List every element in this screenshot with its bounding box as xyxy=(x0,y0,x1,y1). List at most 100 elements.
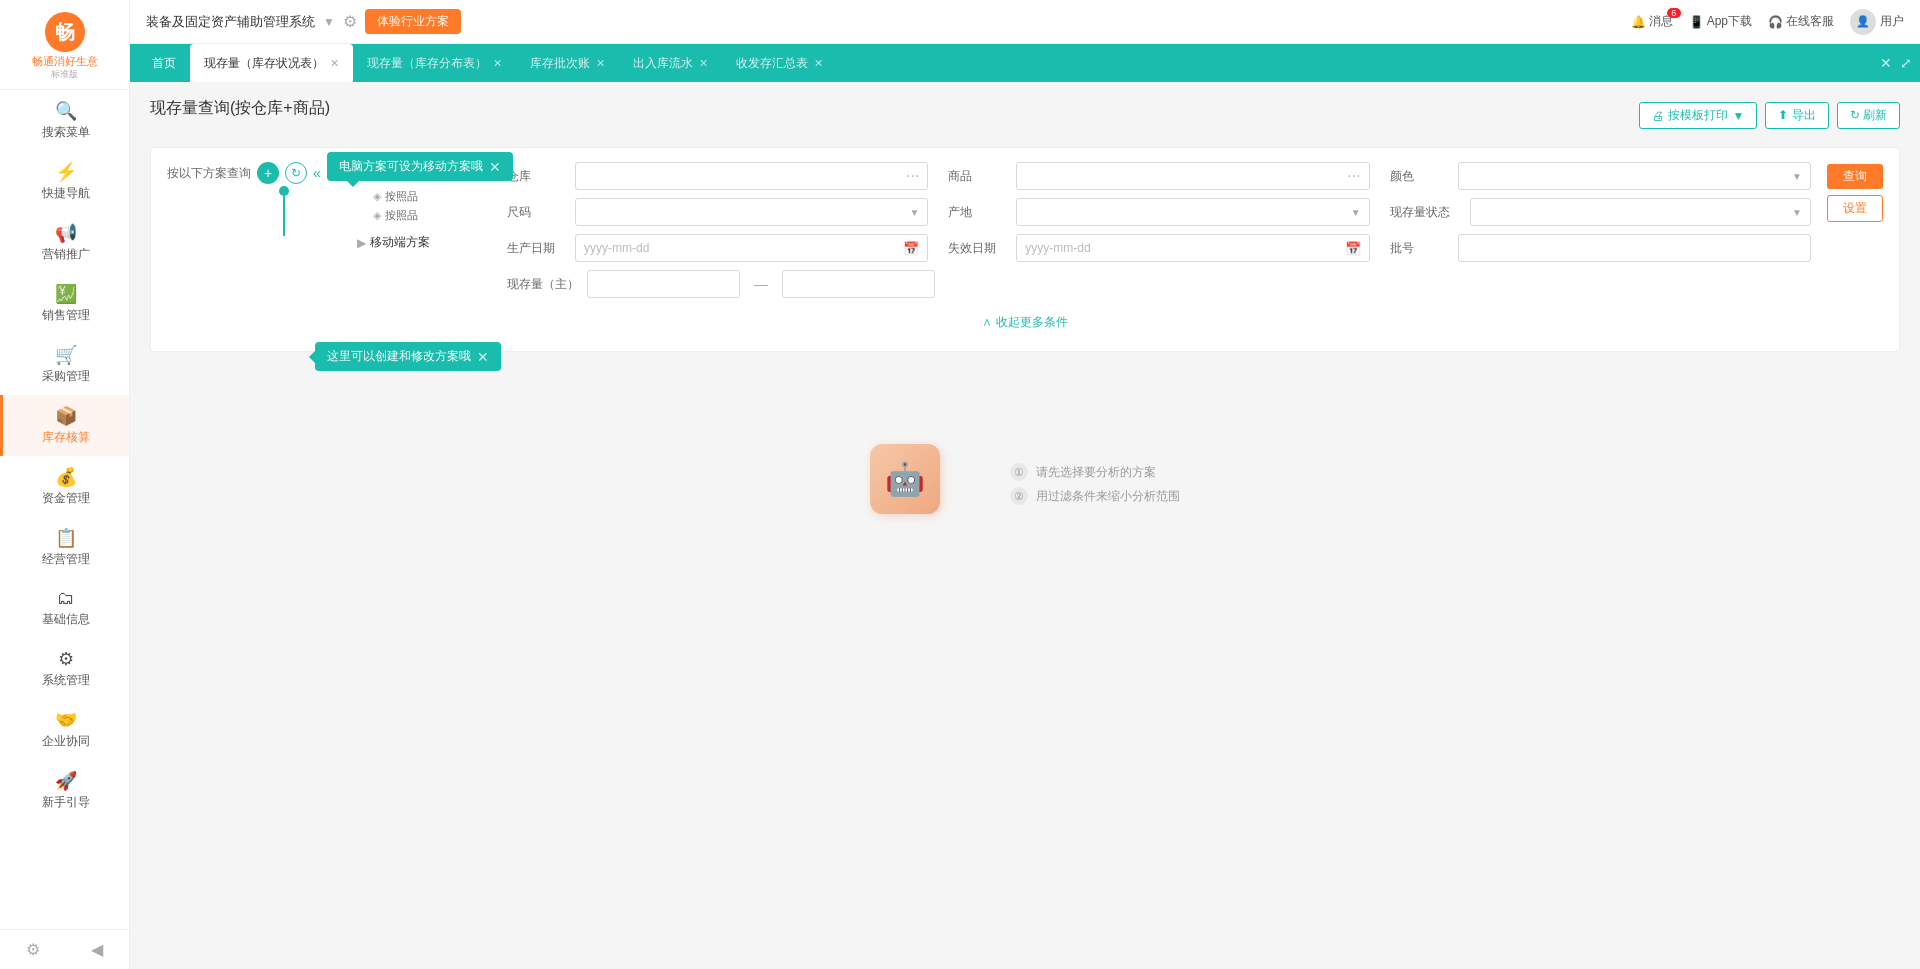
sidebar-item-search[interactable]: 🔍 搜索菜单 xyxy=(0,90,129,151)
stock-main-from[interactable] xyxy=(587,270,740,298)
system-name: 装备及固定资产辅助管理系统 xyxy=(146,13,315,31)
tab-close-all-icon[interactable]: ✕ xyxy=(1880,55,1892,71)
stock-status-select[interactable]: ▼ xyxy=(1470,198,1811,226)
tab-home[interactable]: 首页 xyxy=(138,44,190,82)
field-warehouse: 仓库 ··· xyxy=(507,162,928,190)
expiry-date-icon: 📅 xyxy=(1345,241,1361,256)
scheme-sub-item-1[interactable]: ◈ 按照品 xyxy=(373,187,487,206)
sidebar-item-stock[interactable]: 📦 库存核算 xyxy=(0,395,129,456)
tab-stock-status[interactable]: 现存量（库存状况表） ✕ xyxy=(190,44,353,82)
tab-in-out[interactable]: 出入库流水 ✕ xyxy=(619,44,722,82)
sidebar-icon-marketing: 📢 xyxy=(55,222,77,244)
sidebar-icon-purchase: 🛒 xyxy=(55,344,77,366)
scheme-sub-label-1: 按照品 xyxy=(385,189,418,204)
field-batch-no: 批号 xyxy=(1390,234,1811,262)
add-scheme-button[interactable]: + xyxy=(257,162,279,184)
step-num-2: ② xyxy=(1010,487,1028,505)
tooltip1-close[interactable]: ✕ xyxy=(489,159,501,175)
scheme-mobile-label: 移动端方案 xyxy=(370,234,430,251)
content-area: 现存量查询(按仓库+商品) 🖨 按模板打印 ▼ ⬆ 导出 ↻ 刷新 xyxy=(130,82,1920,969)
sidebar-icon-stock: 📦 xyxy=(55,405,77,427)
refresh-button[interactable]: ↻ 刷新 xyxy=(1837,102,1900,129)
field-stock-status-label: 现存量状态 xyxy=(1390,204,1462,221)
tab-in-out-close[interactable]: ✕ xyxy=(699,57,708,70)
app-download-label: App下载 xyxy=(1707,13,1752,30)
sidebar-item-quick-nav[interactable]: ⚡ 快捷导航 xyxy=(0,151,129,212)
sidebar-icon-enterprise: 🤝 xyxy=(55,709,77,731)
sidebar-label-operations: 经营管理 xyxy=(42,551,90,568)
refresh-scheme-button[interactable]: ↻ xyxy=(285,162,307,184)
sidebar-label-search: 搜索菜单 xyxy=(42,124,90,141)
tab-stock-dist[interactable]: 现存量（库存分布表） ✕ xyxy=(353,44,516,82)
back-button[interactable]: « xyxy=(313,165,321,181)
tab-stock-status-close[interactable]: ✕ xyxy=(330,57,339,70)
user-menu[interactable]: 👤 用户 xyxy=(1850,9,1904,35)
production-date-icon: 📅 xyxy=(903,241,919,256)
filter-label: 按以下方案查询 xyxy=(167,165,251,182)
scheme-sub-item-2[interactable]: ◈ 按照品 xyxy=(373,206,487,225)
collapse-icon[interactable]: ◀ xyxy=(91,940,103,959)
sidebar-item-sales[interactable]: 💹 销售管理 xyxy=(0,273,129,334)
tab-stock-dist-close[interactable]: ✕ xyxy=(493,57,502,70)
sidebar-item-system[interactable]: ⚙ 系统管理 xyxy=(0,638,129,699)
origin-select[interactable]: ▼ xyxy=(1016,198,1369,226)
tab-expand-icon[interactable]: ⤢ xyxy=(1900,55,1912,71)
online-service-button[interactable]: 🎧 在线客服 xyxy=(1768,13,1834,30)
notice-button[interactable]: 🔔 消息 6 xyxy=(1631,13,1673,30)
field-expiry-date-label: 失效日期 xyxy=(948,240,1008,257)
collapse-icon: ∧ xyxy=(982,315,992,329)
tab-collect-close[interactable]: ✕ xyxy=(814,57,823,70)
export-button[interactable]: ⬆ 导出 xyxy=(1765,102,1828,129)
color-select[interactable]: ▼ xyxy=(1458,162,1811,190)
topbar-gear-icon[interactable]: ⚙ xyxy=(343,12,357,31)
field-stock-main: 现存量（主） — xyxy=(507,270,935,298)
settings-button[interactable]: 设置 xyxy=(1827,195,1883,222)
step-2-text: 用过滤条件来缩小分析范围 xyxy=(1036,488,1180,505)
size-select[interactable]: ▼ xyxy=(575,198,928,226)
sidebar-label-quick-nav: 快捷导航 xyxy=(42,185,90,202)
sidebar-item-enterprise[interactable]: 🤝 企业协同 xyxy=(0,699,129,760)
batch-no-input[interactable] xyxy=(1458,234,1811,262)
sidebar-label-enterprise: 企业协同 xyxy=(42,733,90,750)
sidebar-bottom: ⚙ ◀ xyxy=(0,929,129,969)
tab-stock-status-label: 现存量（库存状况表） xyxy=(204,55,324,72)
scheme-mobile[interactable]: ▶ 移动端方案 xyxy=(357,231,487,254)
refresh-label: 刷新 xyxy=(1863,108,1887,122)
scheme-sub-icon-1: ◈ xyxy=(373,190,381,203)
collapse-more-button[interactable]: ∧ 收起更多条件 xyxy=(167,308,1883,337)
sidebar-item-marketing[interactable]: 📢 营销推广 xyxy=(0,212,129,273)
warehouse-input[interactable]: ··· xyxy=(575,162,928,190)
tooltip2-close[interactable]: ✕ xyxy=(477,349,489,365)
sidebar-item-basic[interactable]: 🗂 基础信息 xyxy=(0,578,129,638)
production-date-input[interactable]: yyyy-mm-dd 📅 xyxy=(575,234,928,262)
app-download-button[interactable]: 📱 App下载 xyxy=(1689,13,1752,30)
size-select-arrow: ▼ xyxy=(909,207,919,218)
sidebar-icon-operations: 📋 xyxy=(55,527,77,549)
tab-batch-account[interactable]: 库存批次账 ✕ xyxy=(516,44,619,82)
stock-main-to[interactable] xyxy=(782,270,935,298)
sidebar-item-guide[interactable]: 🚀 新手引导 xyxy=(0,760,129,821)
goods-dots: ··· xyxy=(1347,167,1360,185)
sidebar-item-purchase[interactable]: 🛒 采购管理 xyxy=(0,334,129,395)
settings-icon[interactable]: ⚙ xyxy=(26,940,40,959)
field-origin-label: 产地 xyxy=(948,204,1008,221)
notice-icon: 🔔 xyxy=(1631,15,1646,29)
field-stock-main-label: 现存量（主） xyxy=(507,276,579,293)
sidebar-icon-quick-nav: ⚡ xyxy=(55,161,77,183)
stock-status-arrow: ▼ xyxy=(1792,207,1802,218)
sidebar-item-operations[interactable]: 📋 经营管理 xyxy=(0,517,129,578)
tab-in-out-label: 出入库流水 xyxy=(633,55,693,72)
print-dropdown-icon: ▼ xyxy=(1732,109,1744,123)
goods-input[interactable]: ··· xyxy=(1016,162,1369,190)
tab-batch-close[interactable]: ✕ xyxy=(596,57,605,70)
print-button[interactable]: 🖨 按模板打印 ▼ xyxy=(1639,102,1757,129)
solution-button[interactable]: 体验行业方案 xyxy=(365,9,461,34)
sidebar-icon-finance: 💰 xyxy=(55,466,77,488)
field-stock-status: 现存量状态 ▼ xyxy=(1390,198,1811,226)
expiry-date-input[interactable]: yyyy-mm-dd 📅 xyxy=(1016,234,1369,262)
sidebar-item-finance[interactable]: 💰 资金管理 xyxy=(0,456,129,517)
scheme-sub-label-2: 按照品 xyxy=(385,208,418,223)
system-dropdown-icon[interactable]: ▼ xyxy=(323,15,335,29)
tab-collect[interactable]: 收发存汇总表 ✕ xyxy=(722,44,837,82)
query-button[interactable]: 查询 xyxy=(1827,164,1883,189)
